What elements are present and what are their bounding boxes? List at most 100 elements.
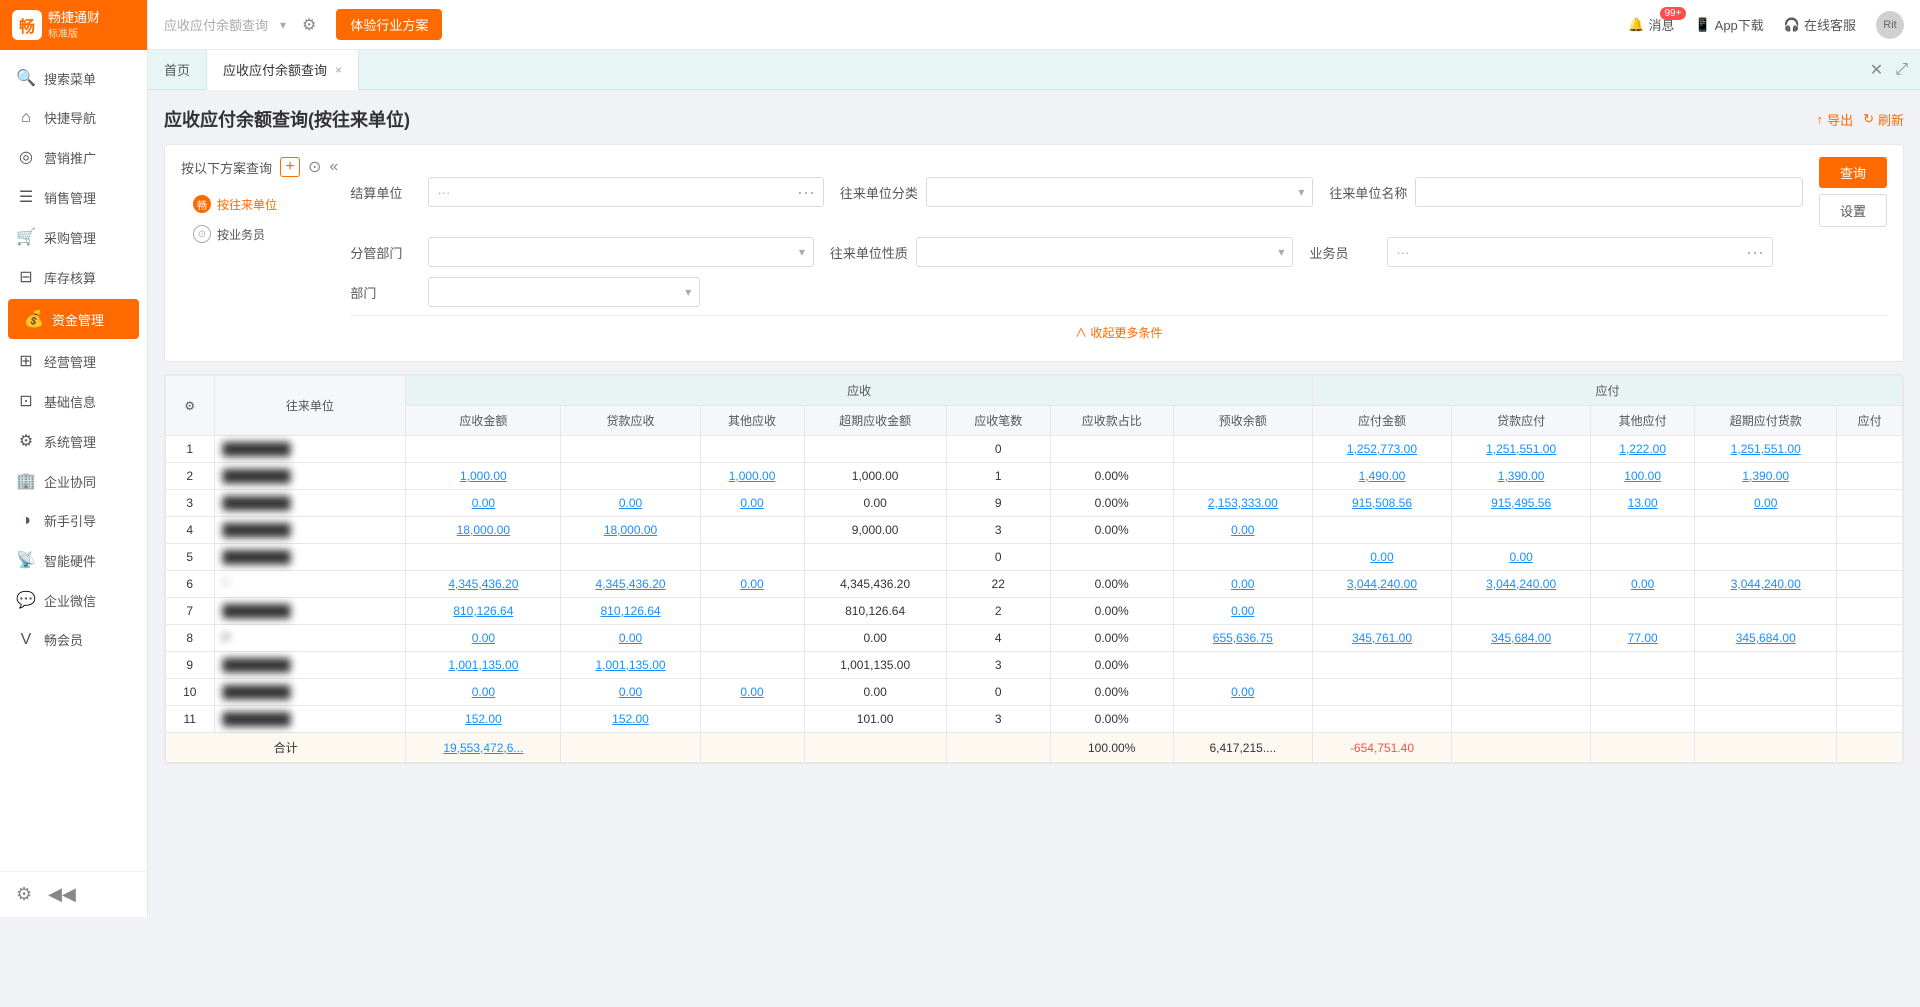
sidebar-item-quick[interactable]: ⌂ 快捷导航 [0,98,147,137]
sidebar-logo: 畅 畅捷通财 标准版 [0,0,147,50]
sidebar-item-inventory[interactable]: ⊟ 库存核算 [0,257,147,297]
sidebar-label-system: 系统管理 [44,432,96,451]
header-right: 🔔 消息 99+ 📱 App下载 🎧 在线客服 Rit [1628,11,1904,39]
tab-ar-ap-label: 应收应付余额查询 [223,60,327,79]
table-container: ⚙ 往来单位 应收 应付 应收金额 贷款应收 其他应收 超期应收金额 应收笔数 … [164,374,1904,764]
sidebar-icon-finance: 💰 [24,309,44,329]
filter-partner-category: 往来单位分类 ▾ [840,177,1314,207]
tab-bar-right: ✕ ⤢ [1870,60,1920,80]
col-overdue-ar: 超期应收金额 [804,406,946,436]
partner-option-label: 按往来单位 [217,196,277,213]
salesperson-dots[interactable]: ··· [1746,242,1764,263]
query-button[interactable]: 查询 [1819,157,1887,188]
partner-name-input[interactable] [1415,177,1803,207]
logo-text: 畅捷通财 标准版 [48,10,100,41]
col-ar-amount: 应收金额 [406,406,561,436]
tab-ar-ap-close[interactable]: × [335,63,342,77]
sidebar-item-corp[interactable]: 🏢 企业协同 [0,461,147,501]
sidebar-icon-system: ⚙ [16,431,36,451]
collapse-bar[interactable]: ∧ 收起更多条件 [350,315,1887,349]
sidebar-item-search[interactable]: 🔍 搜索菜单 [0,58,147,98]
dept-mgr-select[interactable]: ▾ [428,237,814,267]
dept-select[interactable]: ▾ [428,277,700,307]
table-settings-icon[interactable]: ⚙ [166,376,215,436]
sidebar-icon-basic: ⊡ [16,391,36,411]
sidebar-item-sales[interactable]: ☰ 销售管理 [0,177,147,217]
sidebar: 畅 畅捷通财 标准版 🔍 搜索菜单⌂ 快捷导航◎ 营销推广☰ 销售管理🛒 采购管… [0,0,148,917]
settings-button[interactable]: 设置 [1819,194,1887,227]
filter-settlement-unit: 结算单位 ··· ··· [350,177,824,207]
user-avatar[interactable]: Rit [1876,11,1904,39]
header-gear-icon[interactable]: ⚙ [302,15,316,35]
col-overdue-ap: 超期应付货款 [1695,406,1837,436]
partner-name-label: 往来单位名称 [1329,183,1407,202]
salesperson-option-label: 按业务员 [217,226,265,243]
filter-partner-nature: 往来单位性质 ▾ [830,237,1294,267]
sidebar-item-finance[interactable]: 💰 资金管理 [8,299,139,339]
sidebar-item-guide[interactable]: ◑ 新手引导 [0,501,147,540]
settlement-select[interactable]: ··· ··· [428,177,824,207]
partner-nature-select[interactable]: ▾ [916,237,1294,267]
filter-add-button[interactable]: + [280,157,300,177]
tab-close-icon[interactable]: ✕ [1870,60,1883,80]
table-row: 3████████0.000.000.000.0090.00%2,153,333… [166,490,1903,517]
sidebar-icon-quick: ⌂ [16,109,36,127]
sidebar-icon-hardware: 📡 [16,550,36,570]
sidebar-label-purchase: 采购管理 [44,228,96,247]
sidebar-label-guide: 新手引导 [44,511,96,530]
sidebar-item-basic[interactable]: ⊡ 基础信息 [0,381,147,421]
notif-badge: 99+ [1660,7,1687,20]
solution-button[interactable]: 体验行业方案 [336,9,442,40]
sidebar-item-marketing[interactable]: ◎ 营销推广 [0,137,147,177]
export-button[interactable]: ↑ 导出 [1817,110,1854,129]
salesperson-option-icon: ⊙ [193,225,211,243]
filter-dept: 部门 ▾ [350,277,700,307]
sidebar-item-hardware[interactable]: 📡 智能硬件 [0,540,147,580]
col-ap-suffix: 应付 [1837,406,1903,436]
col-loan-ar: 贷款应收 [561,406,700,436]
sidebar-item-wechat[interactable]: 💬 企业微信 [0,580,147,620]
dept-mgr-label: 分管部门 [350,243,420,262]
data-table: ⚙ 往来单位 应收 应付 应收金额 贷款应收 其他应收 超期应收金额 应收笔数 … [165,375,1903,763]
sidebar-item-member[interactable]: V 畅会员 [0,620,147,659]
filter-salesperson: 业务员 ··· ··· [1309,237,1773,267]
col-prepaid: 预收余额 [1173,406,1312,436]
sidebar-label-wechat: 企业微信 [44,591,96,610]
sidebar-menu: 🔍 搜索菜单⌂ 快捷导航◎ 营销推广☰ 销售管理🛒 采购管理⊟ 库存核算💰 资金… [0,50,147,871]
online-service-button[interactable]: 🎧 在线客服 [1784,15,1856,34]
sidebar-icon-ops: ⊞ [16,351,36,371]
tab-expand-icon[interactable]: ⤢ [1895,61,1908,79]
sidebar-label-corp: 企业协同 [44,472,96,491]
table-row: 7████████810,126.64810,126.64810,126.642… [166,598,1903,625]
notifications-button[interactable]: 🔔 消息 99+ [1628,15,1674,34]
bell-icon: 🔔 [1628,17,1644,33]
collapse-bottom-icon[interactable]: ◀◀ [48,884,76,905]
refresh-button[interactable]: ↻ 刷新 [1863,110,1904,129]
filter-partner-name: 往来单位名称 [1329,177,1803,207]
sidebar-item-ops[interactable]: ⊞ 经营管理 [0,341,147,381]
header-chevron-icon[interactable]: ▾ [280,18,286,32]
col-ap-amount: 应付金额 [1312,406,1451,436]
filter-option-partner[interactable]: 畅 按往来单位 [181,189,338,219]
sidebar-item-purchase[interactable]: 🛒 采购管理 [0,217,147,257]
page-actions: ↑ 导出 ↻ 刷新 [1817,110,1904,129]
total-ar-amount[interactable]: 19,553,472,6... [406,733,561,763]
dept-arrow-icon: ▾ [685,285,691,299]
filter-collapse-icon[interactable]: « [329,158,338,176]
partner-category-select[interactable]: ▾ [926,177,1314,207]
settings-bottom-icon[interactable]: ⚙ [16,884,32,905]
tab-home[interactable]: 首页 [148,50,207,90]
sidebar-icon-corp: 🏢 [16,471,36,491]
salesperson-select[interactable]: ··· ··· [1387,237,1773,267]
col-ar-group: 应收 [406,376,1313,406]
filter-set-icon[interactable]: ⊙ [308,157,321,177]
app-download-button[interactable]: 📱 App下载 [1694,15,1763,34]
page-title-bar: 应收应付余额查询(按往来单位) ↑ 导出 ↻ 刷新 [164,106,1904,132]
settlement-dots[interactable]: ··· [797,182,815,203]
sidebar-item-system[interactable]: ⚙ 系统管理 [0,421,147,461]
partner-category-label: 往来单位分类 [840,183,918,202]
total-row: 合计 19,553,472,6... 100.00% 6,417,215....… [166,733,1903,763]
filter-option-salesperson[interactable]: ⊙ 按业务员 [181,219,338,249]
tab-ar-ap[interactable]: 应收应付余额查询 × [207,50,359,90]
sidebar-label-basic: 基础信息 [44,392,96,411]
